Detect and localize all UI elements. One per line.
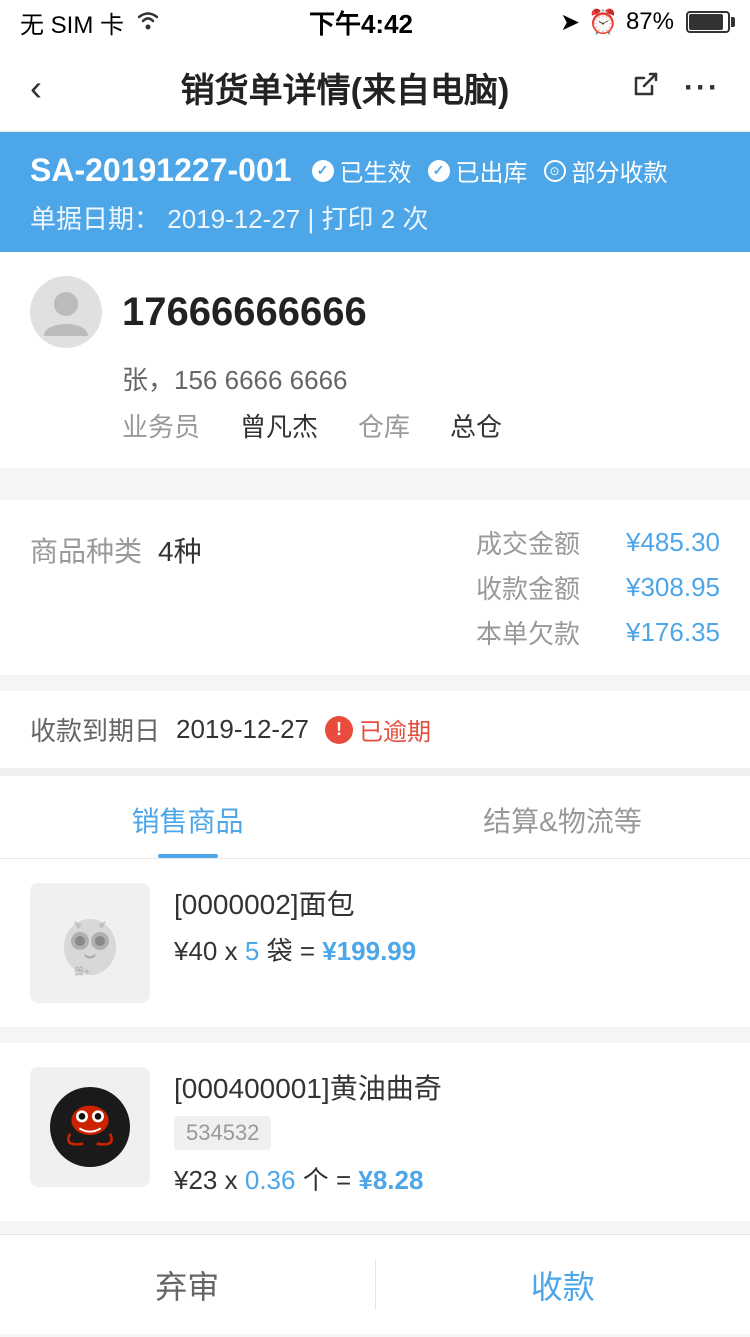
battery-text: 87% (626, 8, 674, 36)
warehouse-label: 仓库 (358, 407, 410, 444)
status-shipped: ✓ 已出库 (428, 153, 528, 188)
received-row: 收款金额 ¥308.95 (476, 569, 720, 606)
status-effective: ✓ 已生效 (312, 153, 412, 188)
debt-row: 本单欠款 ¥176.35 (476, 614, 720, 651)
tab-products[interactable]: 销售商品 (0, 776, 375, 858)
amount-row: 成交金额 ¥485.30 (476, 524, 720, 561)
order-header: SA-20191227-001 ✓ 已生效 ✓ 已出库 ⊙ 部分收款 单据日期：… (0, 132, 750, 252)
due-date: 2019-12-27 (176, 714, 309, 745)
product-list: 兽+ [0000002]面包 ¥40 x 5 袋 = ¥199.99 (0, 859, 750, 1221)
due-label: 收款到期日 (30, 711, 160, 748)
overdue-badge: ! 已逾期 (325, 712, 431, 747)
alarm-icon: ⏰ (588, 8, 618, 37)
check-icon-1: ✓ (312, 160, 334, 182)
received-value: ¥308.95 (600, 572, 720, 603)
product-info-1: [0000002]面包 ¥40 x 5 袋 = ¥199.99 (174, 883, 720, 968)
order-number: SA-20191227-001 (30, 152, 292, 189)
debt-value: ¥176.35 (600, 617, 720, 648)
nav-actions: ··· (628, 66, 720, 110)
financial-stats: 成交金额 ¥485.30 收款金额 ¥308.95 本单欠款 ¥176.35 (476, 524, 720, 651)
overdue-text: 已逾期 (359, 712, 431, 747)
divider-1 (0, 484, 750, 500)
amount-label: 成交金额 (476, 524, 580, 561)
sales-label: 业务员 (122, 407, 200, 444)
cancel-button[interactable]: 弃审 (0, 1235, 375, 1334)
nav-bar: ‹ 销货单详情(来自电脑) ··· (0, 44, 750, 132)
status-time: 下午4:42 (309, 4, 413, 41)
status-tags: ✓ 已生效 ✓ 已出库 ⊙ 部分收款 (312, 153, 668, 188)
status-right: ➤ ⏰ 87% (560, 8, 730, 37)
debt-label: 本单欠款 (476, 614, 580, 651)
status-bar: 无 SIM 卡 下午4:42 ➤ ⏰ 87% (0, 0, 750, 44)
product-types-value: 4种 (158, 530, 202, 570)
wifi-icon (134, 8, 162, 37)
order-date: 单据日期： 2019-12-27 | 打印 2 次 (30, 199, 720, 236)
received-label: 收款金额 (476, 569, 580, 606)
tab-settlement[interactable]: 结算&物流等 (375, 776, 750, 858)
carrier-text: 无 SIM 卡 (20, 5, 124, 40)
battery-icon (686, 11, 730, 33)
sales-name: 曾凡杰 (240, 407, 318, 444)
share-button[interactable] (628, 66, 664, 110)
list-item: 兽+ [0000002]面包 ¥40 x 5 袋 = ¥199.99 (0, 859, 750, 1027)
customer-detail: 业务员 曾凡杰 仓库 总仓 (30, 407, 720, 444)
amount-value: ¥485.30 (600, 527, 720, 558)
location-icon: ➤ (560, 8, 580, 37)
tabs-container: 销售商品 结算&物流等 (0, 776, 750, 859)
stats-section: 商品种类 4种 成交金额 ¥485.30 收款金额 ¥308.95 本单欠款 ¥… (0, 500, 750, 675)
bottom-bar: 弃审 收款 (0, 1234, 750, 1334)
overdue-icon: ! (325, 716, 353, 744)
more-button[interactable]: ··· (684, 71, 720, 105)
customer-name-info: 张，156 6666 6666 (30, 360, 720, 397)
customer-section: 17666666666 张，156 6666 6666 业务员 曾凡杰 仓库 总… (0, 252, 750, 468)
product-types: 商品种类 4种 (30, 524, 202, 570)
svg-text:兽+: 兽+ (74, 965, 90, 978)
status-left: 无 SIM 卡 (20, 5, 162, 40)
product-info-2: [000400001]黄油曲奇 534532 ¥23 x 0.36 个 = ¥8… (174, 1067, 720, 1197)
due-section: 收款到期日 2019-12-27 ! 已逾期 (0, 691, 750, 776)
clock-icon: ⊙ (544, 160, 566, 182)
check-icon-2: ✓ (428, 160, 450, 182)
customer-phone: 17666666666 (122, 290, 367, 335)
product-name-2: [000400001]黄油曲奇 (174, 1067, 720, 1107)
list-item: [000400001]黄油曲奇 534532 ¥23 x 0.36 个 = ¥8… (0, 1043, 750, 1221)
product-thumb-1: 兽+ (30, 883, 150, 1003)
product-types-label: 商品种类 (30, 530, 142, 570)
confirm-button[interactable]: 收款 (376, 1235, 750, 1334)
back-button[interactable]: ‹ (30, 57, 62, 119)
warehouse-name: 总仓 (450, 407, 502, 444)
product-thumb-2 (30, 1067, 150, 1187)
page-title: 销货单详情(来自电脑) (62, 63, 628, 112)
product-price-1: ¥40 x 5 袋 = ¥199.99 (174, 931, 720, 968)
status-partial: ⊙ 部分收款 (544, 153, 668, 188)
customer-avatar (30, 276, 102, 348)
product-name-1: [0000002]面包 (174, 883, 720, 923)
product-sku: 534532 (174, 1116, 271, 1150)
product-price-2: ¥23 x 0.36 个 = ¥8.28 (174, 1160, 720, 1197)
